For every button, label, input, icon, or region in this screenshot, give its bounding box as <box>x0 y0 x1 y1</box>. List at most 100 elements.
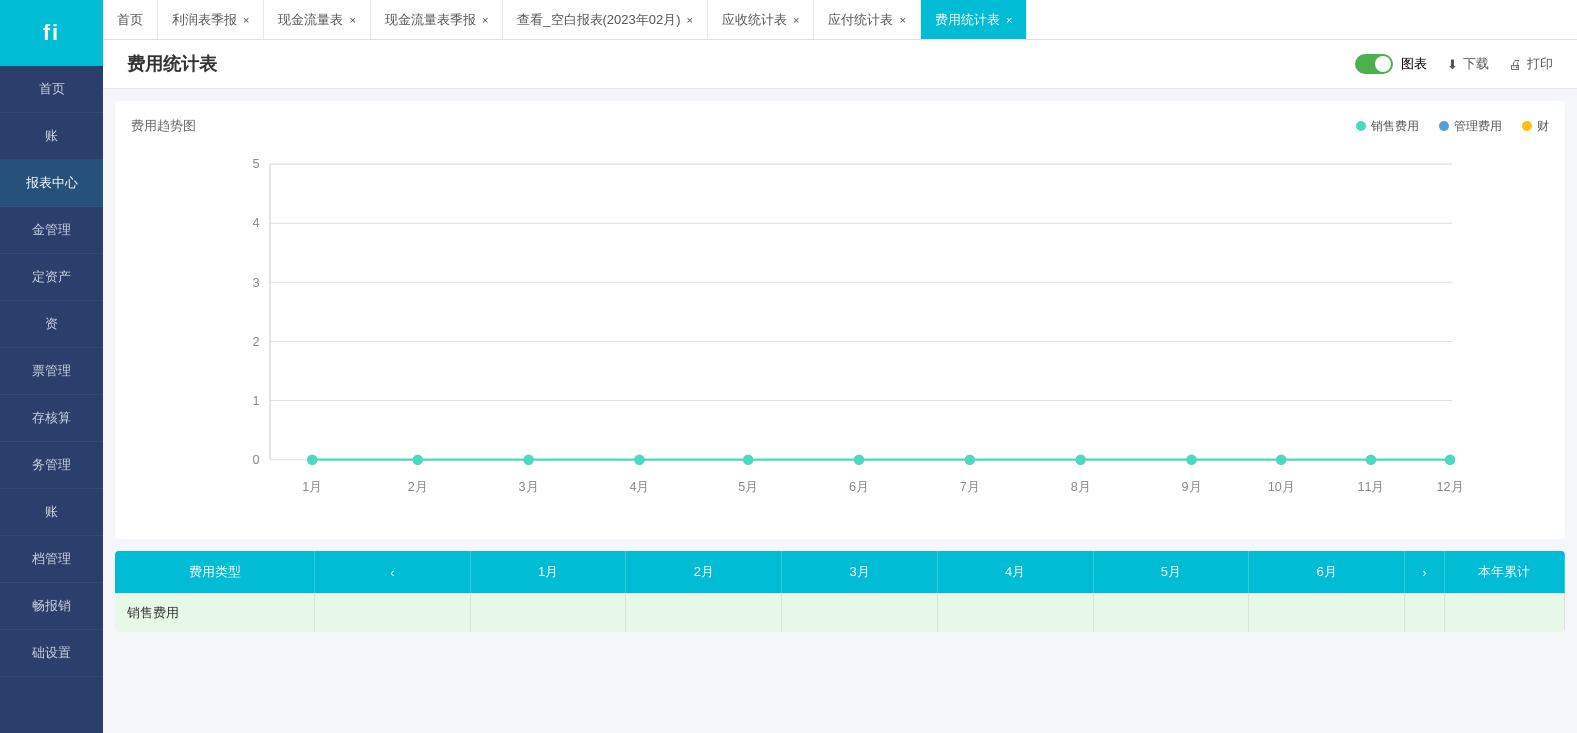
table-row: 销售费用 <box>115 593 1565 632</box>
download-button[interactable]: ⬇ 下载 <box>1447 55 1489 73</box>
sidebar-item-files[interactable]: 档管理 <box>0 536 103 583</box>
tab-payable-close[interactable]: × <box>899 14 905 26</box>
sidebar-item-sales[interactable]: 畅报销 <box>0 583 103 630</box>
chart-toggle[interactable] <box>1355 54 1393 74</box>
svg-text:10月: 10月 <box>1268 480 1295 494</box>
svg-text:9月: 9月 <box>1181 480 1201 494</box>
next-icon[interactable]: › <box>1422 565 1426 580</box>
print-label: 打印 <box>1527 55 1553 73</box>
prev-icon[interactable]: ‹ <box>390 565 394 580</box>
sidebar-logo: fi <box>0 0 103 66</box>
expense-table: 费用类型 ‹ 1月 2月 3月 4月 5月 6月 › 本年累计 销售费用 <box>115 551 1565 632</box>
legend-finance-label: 财 <box>1537 118 1549 135</box>
data-point <box>1366 454 1377 465</box>
col-m4: 4月 <box>938 551 1094 593</box>
svg-text:1: 1 <box>252 394 259 408</box>
legend-sales-label: 销售费用 <box>1371 118 1419 135</box>
tab-blank-report-close[interactable]: × <box>687 14 693 26</box>
svg-text:7月: 7月 <box>960 480 980 494</box>
print-button[interactable]: 🖨 打印 <box>1509 55 1553 73</box>
legend-finance: 财 <box>1522 118 1549 135</box>
cell-m5 <box>1094 594 1250 632</box>
tab-cashflow-q-close[interactable]: × <box>482 14 488 26</box>
tab-receivable[interactable]: 应收统计表 × <box>708 0 814 39</box>
col-total: 本年累计 <box>1445 551 1565 593</box>
cell-empty-nav <box>315 594 471 632</box>
sidebar-item-reports[interactable]: 报表中心 <box>0 160 103 207</box>
tab-profit-close[interactable]: × <box>243 14 249 26</box>
sidebar-item-settings[interactable]: 础设置 <box>0 630 103 677</box>
col-type: 费用类型 <box>115 551 315 593</box>
svg-text:11月: 11月 <box>1357 480 1384 494</box>
tab-cashflow-q[interactable]: 现金流量表季报 × <box>371 0 503 39</box>
tab-bar: 首页 利润表季报 × 现金流量表 × 现金流量表季报 × 查看_空白报表(202… <box>103 0 1577 40</box>
chart-toggle-wrap: 图表 <box>1355 54 1427 74</box>
sidebar-item-funds[interactable]: 金管理 <box>0 207 103 254</box>
data-point <box>854 454 865 465</box>
sidebar-item-accounts[interactable]: 账 <box>0 489 103 536</box>
sidebar-item-ledger[interactable]: 账 <box>0 113 103 160</box>
col-m2: 2月 <box>626 551 782 593</box>
data-point <box>1186 454 1197 465</box>
legend-admin-label: 管理费用 <box>1454 118 1502 135</box>
tab-profit[interactable]: 利润表季报 × <box>158 0 264 39</box>
sidebar: fi 首页 账 报表中心 金管理 定资产 资 票管理 存核算 务管理 账 档管理… <box>0 0 103 733</box>
cell-nav-empty <box>1405 594 1445 632</box>
legend-sales-dot <box>1356 121 1366 131</box>
col-m3: 3月 <box>782 551 938 593</box>
sidebar-item-inventory[interactable]: 存核算 <box>0 395 103 442</box>
data-point <box>1445 454 1456 465</box>
chart-toggle-label: 图表 <box>1401 55 1427 73</box>
svg-text:12月: 12月 <box>1437 480 1464 494</box>
cell-m6 <box>1249 594 1405 632</box>
tab-receivable-close[interactable]: × <box>793 14 799 26</box>
chart-section: 费用趋势图 销售费用 管理费用 财 <box>115 101 1565 539</box>
svg-text:8月: 8月 <box>1071 480 1091 494</box>
data-point <box>965 454 976 465</box>
page-header: 费用统计表 图表 ⬇ 下载 🖨 打印 <box>103 40 1577 89</box>
sidebar-item-home[interactable]: 首页 <box>0 66 103 113</box>
sidebar-item-services[interactable]: 务管理 <box>0 442 103 489</box>
cell-m4 <box>938 594 1094 632</box>
chart-container: 0 1 2 3 4 5 1月 2月 3月 4月 5月 6月 7月 8月 9月 <box>131 143 1549 523</box>
trend-chart: 0 1 2 3 4 5 1月 2月 3月 4月 5月 6月 7月 8月 9月 <box>131 143 1549 523</box>
svg-text:6月: 6月 <box>849 480 869 494</box>
svg-text:4月: 4月 <box>629 480 649 494</box>
header-actions: 图表 ⬇ 下载 🖨 打印 <box>1355 54 1553 74</box>
tab-expense[interactable]: 费用统计表 × <box>921 0 1027 39</box>
svg-text:5: 5 <box>252 157 259 171</box>
data-point <box>743 454 754 465</box>
svg-text:5月: 5月 <box>738 480 758 494</box>
col-m6: 6月 <box>1249 551 1405 593</box>
tab-blank-report[interactable]: 查看_空白报表(2023年02月) × <box>503 0 708 39</box>
main-area: 首页 利润表季报 × 现金流量表 × 现金流量表季报 × 查看_空白报表(202… <box>103 0 1577 733</box>
svg-text:0: 0 <box>252 453 259 467</box>
tab-expense-close[interactable]: × <box>1006 14 1012 26</box>
sidebar-item-bills[interactable]: 票管理 <box>0 348 103 395</box>
data-point <box>1276 454 1287 465</box>
svg-text:2月: 2月 <box>408 480 428 494</box>
content-area: 费用统计表 图表 ⬇ 下载 🖨 打印 费用趋势图 <box>103 40 1577 733</box>
col-m5: 5月 <box>1094 551 1250 593</box>
tab-cashflow-close[interactable]: × <box>349 14 355 26</box>
tab-payable[interactable]: 应付统计表 × <box>814 0 920 39</box>
tab-home[interactable]: 首页 <box>103 0 158 39</box>
cell-type: 销售费用 <box>115 594 315 632</box>
legend-admin-dot <box>1439 121 1449 131</box>
cell-total <box>1445 594 1565 632</box>
cell-m1 <box>471 594 627 632</box>
data-point <box>1075 454 1086 465</box>
cell-m3 <box>782 594 938 632</box>
data-point <box>523 454 534 465</box>
svg-text:3: 3 <box>252 276 259 290</box>
col-m1: 1月 <box>471 551 627 593</box>
sidebar-item-resources[interactable]: 资 <box>0 301 103 348</box>
legend-admin: 管理费用 <box>1439 118 1502 135</box>
sidebar-item-fixed-assets[interactable]: 定资产 <box>0 254 103 301</box>
table-header-row: 费用类型 ‹ 1月 2月 3月 4月 5月 6月 › 本年累计 <box>115 551 1565 593</box>
col-nav-prev[interactable]: ‹ <box>315 551 471 593</box>
col-nav-next[interactable]: › <box>1405 551 1445 593</box>
tab-cashflow[interactable]: 现金流量表 × <box>264 0 370 39</box>
legend-sales: 销售费用 <box>1356 118 1419 135</box>
data-point <box>307 454 318 465</box>
